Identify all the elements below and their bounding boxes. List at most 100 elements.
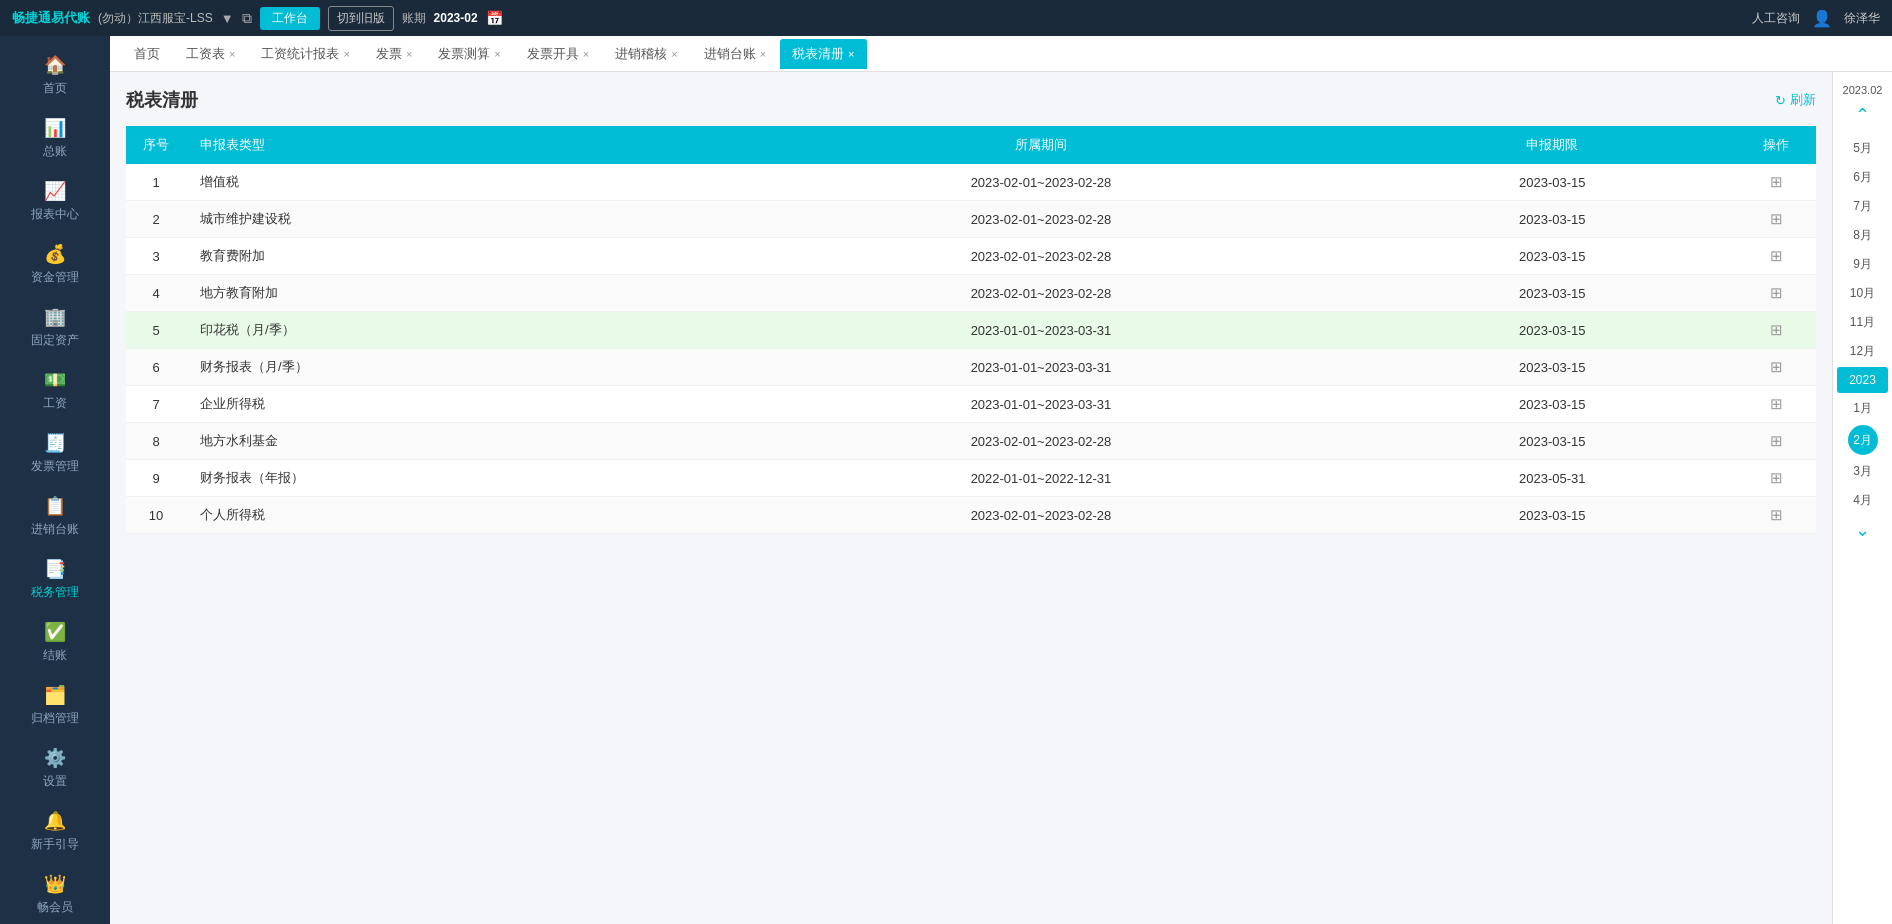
tab-invoice-issue[interactable]: 发票开具 × <box>515 39 601 69</box>
sidebar-item-salary[interactable]: 💵 工资 <box>0 359 110 422</box>
cell-deadline: 2023-03-15 <box>1369 275 1736 312</box>
cell-id: 8 <box>126 423 186 460</box>
archive-icon: 🗂️ <box>44 684 66 706</box>
tab-purchase-audit[interactable]: 进销稽核 × <box>603 39 689 69</box>
salary-icon: 💵 <box>44 369 66 391</box>
tab-salary-stats[interactable]: 工资统计报表 × <box>249 39 361 69</box>
date-panel-header: 2023.02 <box>1841 80 1885 100</box>
cell-action: ⊞ <box>1736 460 1816 497</box>
sidebar-label-purchase-sales: 进销台账 <box>31 521 79 538</box>
tab-salary-table-close[interactable]: × <box>229 48 235 60</box>
tab-salary-table[interactable]: 工资表 × <box>174 39 247 69</box>
tab-invoice-calc[interactable]: 发票测算 × <box>426 39 512 69</box>
page-title: 税表清册 <box>126 88 198 112</box>
period-label: 账期 <box>402 10 426 27</box>
sidebar-item-guide[interactable]: 🔔 新手引导 <box>0 800 110 863</box>
action-icon[interactable]: ⊞ <box>1770 173 1783 190</box>
cell-id: 7 <box>126 386 186 423</box>
month-mar[interactable]: 3月 <box>1833 457 1892 486</box>
assets-icon: 🏢 <box>44 306 66 328</box>
tab-invoice-calc-close[interactable]: × <box>494 48 500 60</box>
tax-table: 序号 申报表类型 所属期间 申报期限 操作 1 增值税 2023-02-01~2… <box>126 126 1816 534</box>
switch-button[interactable]: 切到旧版 <box>328 6 394 31</box>
cell-deadline: 2023-03-15 <box>1369 497 1736 534</box>
tab-invoice[interactable]: 发票 × <box>364 39 424 69</box>
tab-purchase-audit-close[interactable]: × <box>671 48 677 60</box>
tab-bar: 首页 工资表 × 工资统计报表 × 发票 × 发票测算 × 发票开具 × <box>110 36 1892 72</box>
sidebar-label-assets: 固定资产 <box>31 332 79 349</box>
action-icon[interactable]: ⊞ <box>1770 358 1783 375</box>
action-icon[interactable]: ⊞ <box>1770 284 1783 301</box>
month-nov[interactable]: 11月 <box>1833 308 1892 337</box>
month-apr[interactable]: 4月 <box>1833 486 1892 515</box>
sidebar-item-close[interactable]: ✅ 结账 <box>0 611 110 674</box>
cell-id: 2 <box>126 201 186 238</box>
cell-period: 2023-02-01~2023-02-28 <box>713 164 1368 201</box>
month-jun[interactable]: 6月 <box>1833 163 1892 192</box>
tab-purchase-ledger[interactable]: 进销台账 × <box>692 39 778 69</box>
month-sep[interactable]: 9月 <box>1833 250 1892 279</box>
cell-type: 地方教育附加 <box>186 275 713 312</box>
cell-type: 地方水利基金 <box>186 423 713 460</box>
table-row: 8 地方水利基金 2023-02-01~2023-02-28 2023-03-1… <box>126 423 1816 460</box>
workspace-button[interactable]: 工作台 <box>260 7 320 30</box>
sidebar-item-invoice[interactable]: 🧾 发票管理 <box>0 422 110 485</box>
month-jul[interactable]: 7月 <box>1833 192 1892 221</box>
sidebar-item-funds[interactable]: 💰 资金管理 <box>0 233 110 296</box>
cell-action: ⊞ <box>1736 497 1816 534</box>
sidebar-item-purchase-sales[interactable]: 📋 进销台账 <box>0 485 110 548</box>
sidebar-item-reports[interactable]: 📈 报表中心 <box>0 170 110 233</box>
tab-home[interactable]: 首页 <box>122 39 172 69</box>
col-type: 申报表类型 <box>186 126 713 164</box>
cell-type: 个人所得税 <box>186 497 713 534</box>
cell-id: 9 <box>126 460 186 497</box>
sidebar-item-tax[interactable]: 📑 税务管理 <box>0 548 110 611</box>
scroll-up-button[interactable]: ⌃ <box>1851 100 1874 130</box>
month-may[interactable]: 5月 <box>1833 134 1892 163</box>
date-panel: 2023.02 ⌃ 5月 6月 7月 8月 9月 10月 11月 12月 202… <box>1832 72 1892 924</box>
month-aug[interactable]: 8月 <box>1833 221 1892 250</box>
copy-icon[interactable]: ⧉ <box>242 10 252 27</box>
sidebar-label-tax: 税务管理 <box>31 584 79 601</box>
refresh-icon: ↻ <box>1775 93 1786 108</box>
company-dropdown-icon[interactable]: ▼ <box>221 11 234 26</box>
tab-invoice-issue-close[interactable]: × <box>583 48 589 60</box>
cell-deadline: 2023-03-15 <box>1369 201 1736 238</box>
action-icon[interactable]: ⊞ <box>1770 506 1783 523</box>
support-link[interactable]: 人工咨询 <box>1752 10 1800 27</box>
tab-purchase-ledger-close[interactable]: × <box>760 48 766 60</box>
month-feb-active[interactable]: 2月 <box>1848 425 1878 455</box>
refresh-button[interactable]: ↻ 刷新 <box>1775 91 1816 109</box>
cell-id: 5 <box>126 312 186 349</box>
action-icon[interactable]: ⊞ <box>1770 247 1783 264</box>
month-jan[interactable]: 1月 <box>1833 394 1892 423</box>
tab-invoice-calc-label: 发票测算 <box>438 45 490 63</box>
sidebar-item-settings[interactable]: ⚙️ 设置 <box>0 737 110 800</box>
sidebar-item-member[interactable]: 👑 畅会员 <box>0 863 110 924</box>
month-dec[interactable]: 12月 <box>1833 337 1892 366</box>
scroll-down-button[interactable]: ⌄ <box>1851 515 1874 545</box>
sidebar-item-home[interactable]: 🏠 首页 <box>0 44 110 107</box>
tab-invoice-close[interactable]: × <box>406 48 412 60</box>
tab-invoice-issue-label: 发票开具 <box>527 45 579 63</box>
action-icon[interactable]: ⊞ <box>1770 210 1783 227</box>
tab-tax-list-close[interactable]: × <box>848 48 854 60</box>
sidebar-item-assets[interactable]: 🏢 固定资产 <box>0 296 110 359</box>
calendar-icon[interactable]: 📅 <box>486 10 503 26</box>
sidebar-item-ledger[interactable]: 📊 总账 <box>0 107 110 170</box>
action-icon[interactable]: ⊞ <box>1770 432 1783 449</box>
tab-salary-stats-close[interactable]: × <box>343 48 349 60</box>
tab-tax-list[interactable]: 税表清册 × <box>780 39 866 69</box>
sidebar-item-archive[interactable]: 🗂️ 归档管理 <box>0 674 110 737</box>
user-name[interactable]: 徐泽华 <box>1844 10 1880 27</box>
sidebar-label-reports: 报表中心 <box>31 206 79 223</box>
action-icon[interactable]: ⊞ <box>1770 321 1783 338</box>
home-icon: 🏠 <box>44 54 66 76</box>
table-row: 2 城市维护建设税 2023-02-01~2023-02-28 2023-03-… <box>126 201 1816 238</box>
month-oct[interactable]: 10月 <box>1833 279 1892 308</box>
year-2023-label[interactable]: 2023 <box>1837 367 1888 393</box>
action-icon[interactable]: ⊞ <box>1770 469 1783 486</box>
action-icon[interactable]: ⊞ <box>1770 395 1783 412</box>
tab-salary-stats-label: 工资统计报表 <box>261 45 339 63</box>
refresh-label: 刷新 <box>1790 91 1816 109</box>
